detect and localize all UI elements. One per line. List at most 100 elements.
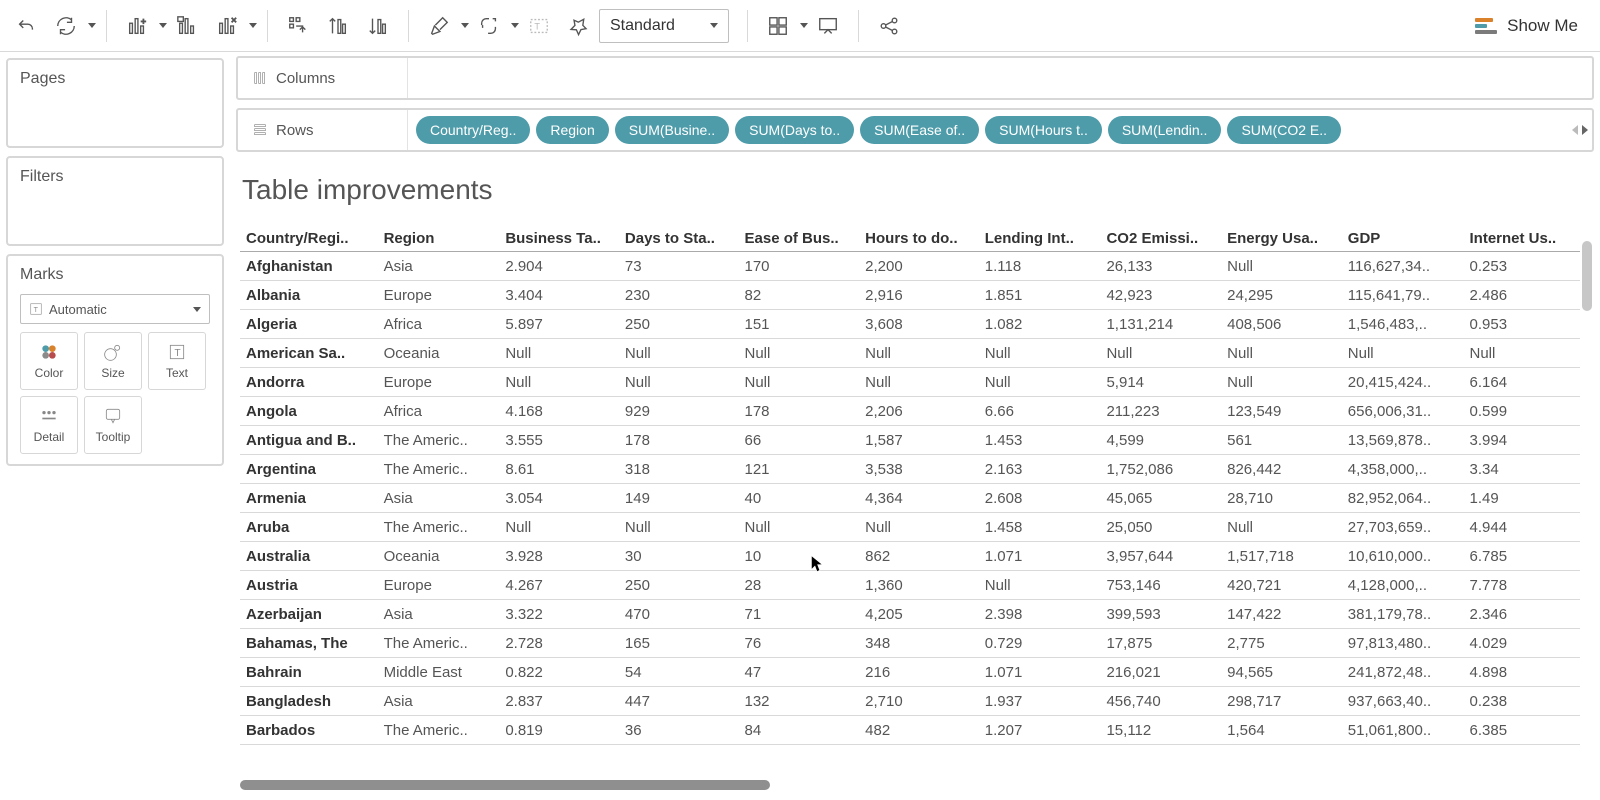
- column-header[interactable]: Hours to do..: [859, 226, 979, 252]
- row-measure: 470: [619, 600, 739, 629]
- marks-text-button[interactable]: T Text: [148, 332, 206, 390]
- table-row[interactable]: AlgeriaAfrica5.8972501513,6081.0821,131,…: [240, 310, 1580, 339]
- field-pill[interactable]: SUM(Ease of..: [860, 116, 979, 144]
- fit-select[interactable]: Standard: [599, 9, 729, 43]
- column-header[interactable]: GDP: [1342, 226, 1464, 252]
- row-measure: 27,703,659..: [1342, 513, 1464, 542]
- sort-asc-button[interactable]: [322, 10, 354, 42]
- column-header[interactable]: Days to Sta..: [619, 226, 739, 252]
- column-header[interactable]: CO2 Emissi..: [1100, 226, 1221, 252]
- row-dimension: Andorra: [240, 368, 378, 397]
- table-row[interactable]: Bahamas, TheThe Americ..2.728165763480.7…: [240, 629, 1580, 658]
- field-pill[interactable]: Country/Reg..: [416, 116, 530, 144]
- columns-icon: [252, 70, 268, 86]
- field-pill[interactable]: SUM(Lendin..: [1108, 116, 1222, 144]
- table-row[interactable]: BarbadosThe Americ..0.81936844821.20715,…: [240, 716, 1580, 745]
- show-me-button[interactable]: Show Me: [1475, 16, 1578, 36]
- column-header[interactable]: Business Ta..: [499, 226, 619, 252]
- labels-button[interactable]: T: [523, 10, 555, 42]
- column-header[interactable]: Country/Regi..: [240, 226, 378, 252]
- row-measure: Null: [859, 368, 979, 397]
- rows-shelf[interactable]: Rows Country/Reg..RegionSUM(Busine..SUM(…: [236, 108, 1594, 152]
- dashboard-button[interactable]: [758, 10, 808, 42]
- table-row[interactable]: BangladeshAsia2.8374471322,7101.937456,7…: [240, 687, 1580, 716]
- table-row[interactable]: ArgentinaThe Americ..8.613181213,5382.16…: [240, 455, 1580, 484]
- row-measure: 1.118: [979, 252, 1101, 281]
- sheet-title[interactable]: Table improvements: [236, 168, 1594, 220]
- row-measure: 116,627,34..: [1342, 252, 1464, 281]
- rows-label: Rows: [276, 122, 314, 139]
- row-region: Asia: [378, 687, 500, 716]
- chevron-down-icon: [193, 307, 201, 312]
- row-measure: 1,752,086: [1100, 455, 1221, 484]
- vertical-scrollbar[interactable]: [1582, 241, 1594, 800]
- highlight-button[interactable]: [419, 10, 469, 42]
- svg-text:T: T: [34, 307, 39, 314]
- row-measure: 753,146: [1100, 571, 1221, 600]
- row-dimension: Azerbaijan: [240, 600, 378, 629]
- duplicate-sheet-button[interactable]: [171, 10, 203, 42]
- column-header[interactable]: Energy Usa..: [1221, 226, 1342, 252]
- marks-detail-button[interactable]: Detail: [20, 396, 78, 454]
- swap-button[interactable]: [282, 10, 314, 42]
- undo-button[interactable]: [10, 10, 42, 42]
- column-header[interactable]: Ease of Bus..: [739, 226, 860, 252]
- group-button[interactable]: [469, 10, 519, 42]
- field-pill[interactable]: SUM(Hours t..: [985, 116, 1102, 144]
- clear-sheet-button[interactable]: [207, 10, 257, 42]
- marks-type-select[interactable]: T Automatic: [20, 294, 210, 324]
- field-pill[interactable]: Region: [536, 116, 608, 144]
- table-row[interactable]: ArubaThe Americ..NullNullNullNull1.45825…: [240, 513, 1580, 542]
- row-measure: 826,442: [1221, 455, 1342, 484]
- table-row[interactable]: AlbaniaEurope3.404230822,9161.85142,9232…: [240, 281, 1580, 310]
- rows-pills[interactable]: Country/Reg..RegionSUM(Busine..SUM(Days …: [408, 116, 1568, 144]
- field-pill[interactable]: SUM(CO2 E..: [1227, 116, 1341, 144]
- table-row[interactable]: AustraliaOceania3.92830108621.0713,957,6…: [240, 542, 1580, 571]
- marks-color-button[interactable]: Color: [20, 332, 78, 390]
- sort-desc-button[interactable]: [362, 10, 394, 42]
- marks-tooltip-button[interactable]: Tooltip: [84, 396, 142, 454]
- table-row[interactable]: BahrainMiddle East0.82254472161.071216,0…: [240, 658, 1580, 687]
- shelf-scroll[interactable]: [1568, 125, 1592, 135]
- share-button[interactable]: [873, 10, 905, 42]
- horizontal-scrollbar[interactable]: [240, 780, 1578, 792]
- table-row[interactable]: AzerbaijanAsia3.322470714,2052.398399,59…: [240, 600, 1580, 629]
- row-measure: 24,295: [1221, 281, 1342, 310]
- row-dimension: Bangladesh: [240, 687, 378, 716]
- row-measure: 216,021: [1100, 658, 1221, 687]
- table-row[interactable]: ArmeniaAsia3.054149404,3642.60845,06528,…: [240, 484, 1580, 513]
- row-measure: 0.822: [499, 658, 619, 687]
- column-header[interactable]: Lending Int..: [979, 226, 1101, 252]
- row-measure: Null: [1221, 368, 1342, 397]
- column-header[interactable]: Internet Us..: [1464, 226, 1581, 252]
- table-row[interactable]: American Sa..OceaniaNullNullNullNullNull…: [240, 339, 1580, 368]
- marks-card: Marks T Automatic Color Size T: [6, 254, 224, 466]
- row-measure: 216: [859, 658, 979, 687]
- row-measure: 4,599: [1100, 426, 1221, 455]
- table-row[interactable]: AustriaEurope4.267250281,360Null753,1464…: [240, 571, 1580, 600]
- presentation-button[interactable]: [812, 10, 844, 42]
- pages-shelf[interactable]: Pages: [6, 58, 224, 148]
- columns-shelf[interactable]: Columns: [236, 56, 1594, 100]
- table-row[interactable]: Antigua and B..The Americ..3.555178661,5…: [240, 426, 1580, 455]
- row-dimension: Afghanistan: [240, 252, 378, 281]
- row-measure: 165: [619, 629, 739, 658]
- marks-label: Marks: [20, 266, 210, 284]
- data-table[interactable]: Country/Regi..RegionBusiness Ta..Days to…: [240, 226, 1580, 774]
- row-measure: 3.994: [1464, 426, 1581, 455]
- column-header[interactable]: Region: [378, 226, 500, 252]
- table-row[interactable]: AngolaAfrica4.1689291782,2066.66211,2231…: [240, 397, 1580, 426]
- row-measure: 71: [739, 600, 860, 629]
- table-row[interactable]: AfghanistanAsia2.904731702,2001.11826,13…: [240, 252, 1580, 281]
- table-row[interactable]: AndorraEuropeNullNullNullNullNull5,914Nu…: [240, 368, 1580, 397]
- marks-size-button[interactable]: Size: [84, 332, 142, 390]
- row-measure: 151: [739, 310, 860, 339]
- filters-shelf[interactable]: Filters: [6, 156, 224, 246]
- new-worksheet-button[interactable]: [117, 10, 167, 42]
- refresh-button[interactable]: [46, 10, 96, 42]
- row-measure: Null: [1221, 513, 1342, 542]
- field-pill[interactable]: SUM(Busine..: [615, 116, 729, 144]
- field-pill[interactable]: SUM(Days to..: [735, 116, 854, 144]
- row-measure: 2.904: [499, 252, 619, 281]
- pin-button[interactable]: [563, 10, 595, 42]
